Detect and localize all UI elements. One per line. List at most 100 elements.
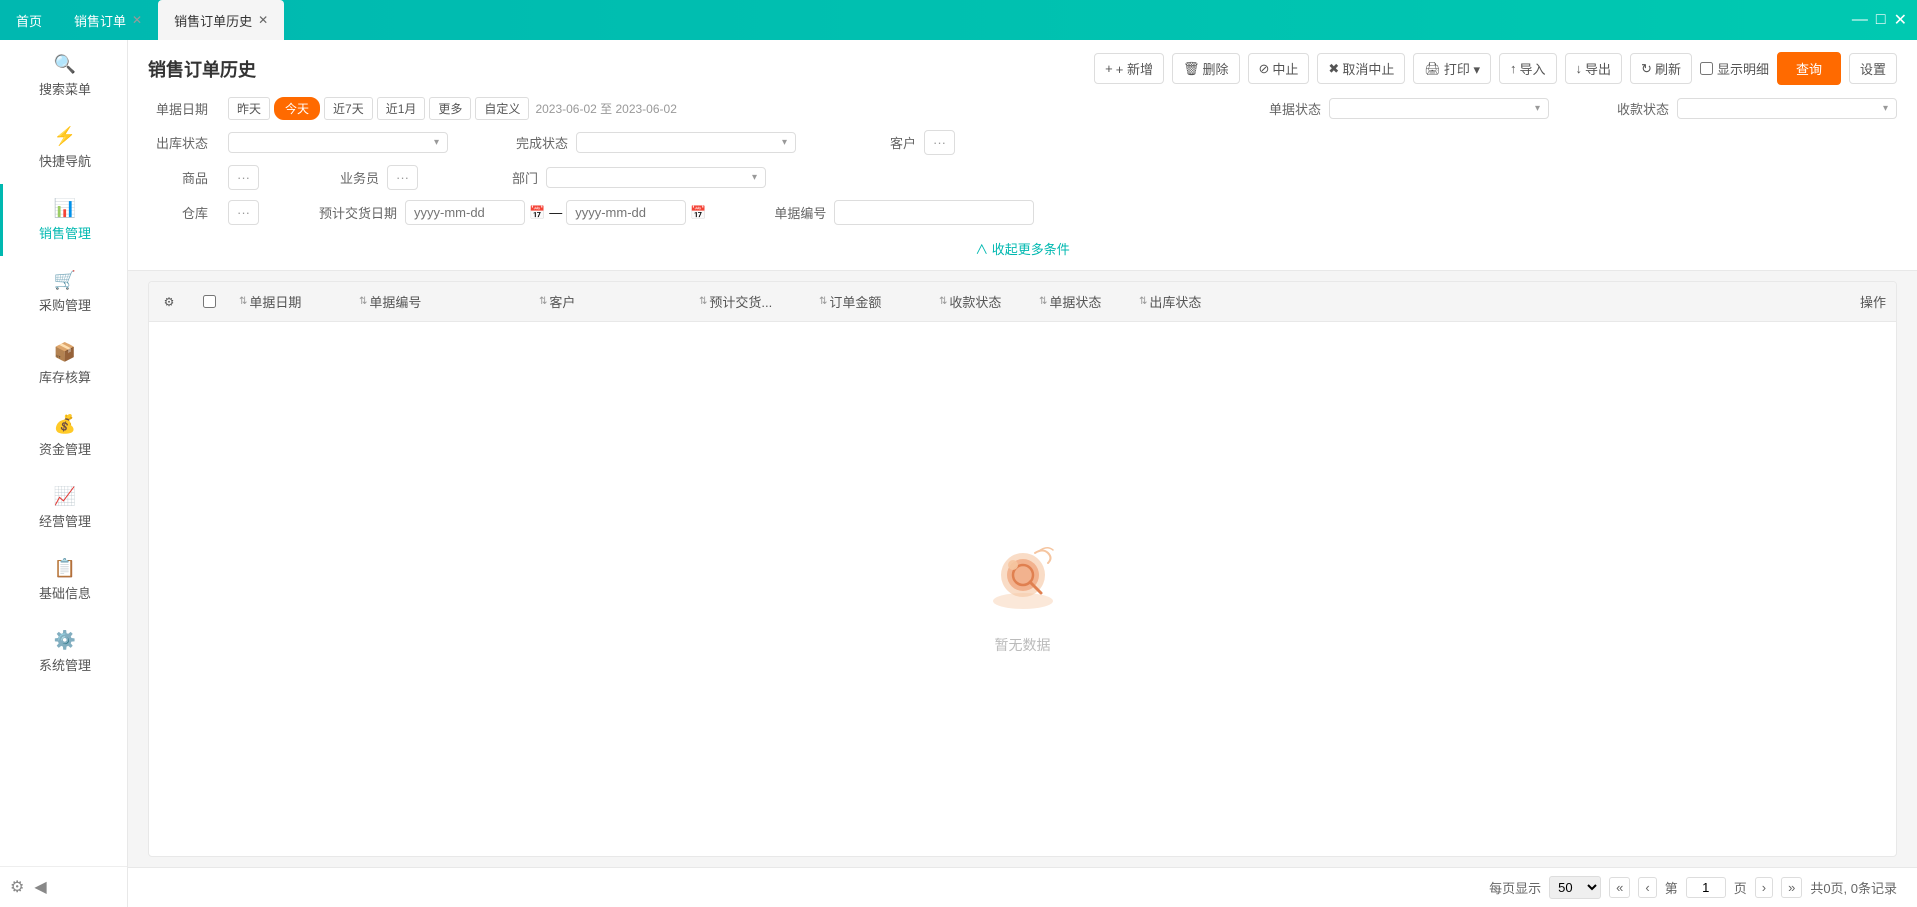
- first-page-button[interactable]: «: [1609, 877, 1630, 898]
- main-layout: 🔍 搜索菜单 ⚡ 快捷导航 📊 销售管理 🛒 采购管理 📦 库存核算 💰 资金管…: [0, 40, 1917, 907]
- sidebar-item-sales-mgmt[interactable]: 📊 销售管理: [0, 184, 127, 256]
- delivery-date-input-group: 📅 — 📅: [405, 200, 706, 225]
- department-select[interactable]: ▾: [546, 167, 766, 188]
- complete-status-label: 完成状态: [508, 133, 568, 152]
- th-pay-status-sort-icon: ⇅: [939, 296, 947, 307]
- query-button[interactable]: 查询: [1777, 52, 1841, 85]
- order-no-input[interactable]: [834, 200, 1034, 225]
- delivery-date-separator: —: [549, 205, 562, 220]
- export-button[interactable]: ↓ 导出: [1565, 53, 1623, 84]
- current-page-input[interactable]: [1686, 877, 1726, 898]
- th-pay-status[interactable]: ⇅ 收款状态: [929, 292, 1029, 311]
- delivery-date-filter-label: 预计交货日期: [319, 203, 397, 222]
- maximize-icon[interactable]: □: [1876, 11, 1886, 29]
- sales-mgmt-icon: 📊: [54, 198, 76, 219]
- th-date[interactable]: ⇅ 单据日期: [229, 292, 349, 311]
- sidebar-item-purchase-mgmt[interactable]: 🛒 采购管理: [0, 256, 127, 328]
- delivery-date-start[interactable]: [405, 200, 525, 225]
- order-no-filter: 单据编号: [766, 200, 1034, 225]
- sidebar-item-system-mgmt[interactable]: ⚙️ 系统管理: [0, 616, 127, 688]
- delivery-date-end-calendar-icon[interactable]: 📅: [690, 205, 706, 221]
- sidebar-item-operations[interactable]: 📈 经营管理: [0, 472, 127, 544]
- warehouse-ellipsis-btn[interactable]: ···: [228, 200, 259, 225]
- sidebar-item-finance[interactable]: 💰 资金管理: [0, 400, 127, 472]
- salesperson-filter: 业务员 ···: [319, 165, 418, 190]
- th-customer-label: 客户: [549, 292, 575, 311]
- order-no-filter-label: 单据编号: [766, 203, 826, 222]
- th-delivery-label: 预计交货...: [709, 292, 772, 311]
- page-size-select[interactable]: 50 10 20 100: [1549, 876, 1601, 899]
- date-btn-yesterday[interactable]: 昨天: [228, 97, 270, 120]
- show-detail-checkbox-label[interactable]: 显示明细: [1700, 59, 1769, 78]
- cancel-stop-button[interactable]: ✖ 取消中止: [1317, 53, 1405, 84]
- order-status-select[interactable]: ▾: [1329, 98, 1549, 119]
- complete-status-filter: 完成状态 ▾: [508, 132, 796, 153]
- import-icon: ↑: [1510, 61, 1517, 76]
- new-button[interactable]: + + 新增: [1094, 53, 1164, 84]
- collapse-more-conditions[interactable]: ∧ 收起更多条件: [148, 235, 1897, 266]
- date-btn-custom[interactable]: 自定义: [475, 97, 529, 120]
- out-status-select[interactable]: ▾: [228, 132, 448, 153]
- filter-area: 单据日期 昨天 今天 近7天 近1月 更多 自定义 2023-06-02 至 2…: [148, 97, 1897, 270]
- import-button[interactable]: ↑ 导入: [1499, 53, 1557, 84]
- minimize-icon[interactable]: —: [1852, 11, 1868, 29]
- warehouse-filter-label: 仓库: [148, 203, 208, 222]
- delivery-date-start-calendar-icon[interactable]: 📅: [529, 205, 545, 221]
- complete-status-select[interactable]: ▾: [576, 132, 796, 153]
- tab-home[interactable]: 首页: [0, 0, 58, 40]
- th-delivery[interactable]: ⇅ 预计交货...: [689, 292, 809, 311]
- select-all-checkbox[interactable]: [203, 295, 216, 308]
- pay-status-filter: 收款状态 ▾: [1609, 98, 1897, 119]
- th-order-no[interactable]: ⇅ 单据编号: [349, 292, 529, 311]
- th-checkbox[interactable]: [189, 295, 229, 308]
- print-button[interactable]: 🖨 打印 ▾: [1413, 53, 1491, 84]
- delivery-date-end[interactable]: [566, 200, 686, 225]
- th-amount-label: 订单金额: [829, 292, 881, 311]
- sidebar-item-base-info[interactable]: 📋 基础信息: [0, 544, 127, 616]
- last-page-button[interactable]: »: [1781, 877, 1802, 898]
- goods-ellipsis-btn[interactable]: ···: [228, 165, 259, 190]
- close-tab-history-icon[interactable]: ✕: [258, 13, 268, 27]
- sidebar: 🔍 搜索菜单 ⚡ 快捷导航 📊 销售管理 🛒 采购管理 📦 库存核算 💰 资金管…: [0, 40, 128, 907]
- sidebar-item-search-menu[interactable]: 🔍 搜索菜单: [0, 40, 127, 112]
- refresh-label: 刷新: [1655, 59, 1681, 78]
- refresh-button[interactable]: ↻ 刷新: [1630, 53, 1692, 84]
- settings-button[interactable]: 设置: [1849, 53, 1897, 84]
- sidebar-settings-icon[interactable]: ⚙: [10, 877, 24, 897]
- date-btn-7days[interactable]: 近7天: [324, 97, 373, 120]
- sidebar-item-inventory[interactable]: 📦 库存核算: [0, 328, 127, 400]
- salesperson-filter-label: 业务员: [319, 168, 379, 187]
- tab-sales-order[interactable]: 销售订单 ✕: [58, 0, 158, 40]
- date-range-text: 2023-06-02 至 2023-06-02: [535, 100, 676, 117]
- th-out-status[interactable]: ⇅ 出库状态: [1129, 292, 1249, 311]
- top-bar: 首页 销售订单 ✕ 销售订单历史 ✕ — □ ✕: [0, 0, 1917, 40]
- tab-home-label: 首页: [16, 11, 42, 30]
- tab-sales-order-history[interactable]: 销售订单历史 ✕: [158, 0, 284, 40]
- pay-status-label: 收款状态: [1609, 99, 1669, 118]
- window-close-icon[interactable]: ✕: [1894, 10, 1907, 30]
- prev-page-button[interactable]: ‹: [1638, 877, 1656, 898]
- sidebar-item-quick-nav[interactable]: ⚡ 快捷导航: [0, 112, 127, 184]
- next-page-button[interactable]: ›: [1755, 877, 1773, 898]
- th-customer[interactable]: ⇅ 客户: [529, 292, 689, 311]
- complete-status-arrow-icon: ▾: [782, 137, 787, 148]
- salesperson-ellipsis-btn[interactable]: ···: [387, 165, 418, 190]
- date-quick-btns: 昨天 今天 近7天 近1月 更多 自定义: [228, 97, 529, 120]
- th-amount[interactable]: ⇅ 订单金额: [809, 292, 929, 311]
- th-action-label: 操作: [1860, 292, 1886, 311]
- date-btn-today[interactable]: 今天: [274, 97, 320, 120]
- window-controls: — □ ✕: [1852, 10, 1917, 30]
- show-detail-checkbox[interactable]: [1700, 62, 1713, 75]
- page-header: 销售订单历史 + + 新增 🗑 删除 ⊘ 中止 ✖: [128, 40, 1917, 271]
- sidebar-collapse-icon[interactable]: ◀: [34, 877, 46, 897]
- date-btn-more[interactable]: 更多: [429, 97, 471, 120]
- customer-ellipsis-btn[interactable]: ···: [924, 130, 955, 155]
- base-info-icon: 📋: [54, 558, 76, 579]
- pay-status-select[interactable]: ▾: [1677, 98, 1897, 119]
- date-btn-1month[interactable]: 近1月: [377, 97, 426, 120]
- delete-button[interactable]: 🗑 删除: [1172, 53, 1240, 84]
- th-order-status[interactable]: ⇅ 单据状态: [1029, 292, 1129, 311]
- stop-button[interactable]: ⊘ 中止: [1248, 53, 1310, 84]
- th-settings[interactable]: ⚙: [149, 295, 189, 309]
- close-tab-sales-order-icon[interactable]: ✕: [132, 13, 142, 27]
